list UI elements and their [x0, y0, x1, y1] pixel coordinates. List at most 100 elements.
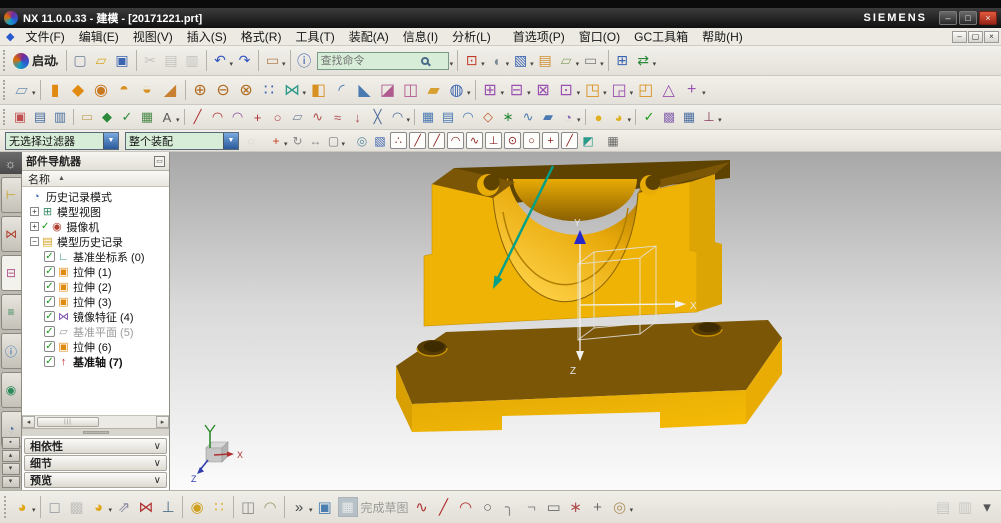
- movie-capture-dropdown[interactable]: ▾: [282, 60, 286, 68]
- draft-analysis-button[interactable]: ◔: [558, 108, 578, 127]
- maximize-button[interactable]: □: [959, 11, 977, 25]
- more-tools-overflow-dropdown[interactable]: ▾: [309, 506, 313, 514]
- menu-grid-button[interactable]: ▦: [604, 132, 622, 150]
- sketch-dropdown[interactable]: ▾: [32, 89, 36, 97]
- sketch-dialog-button[interactable]: ▣: [314, 496, 336, 518]
- expressions-button[interactable]: ▦: [679, 108, 699, 127]
- replace-face-button[interactable]: ⊡: [555, 79, 578, 102]
- assembly-navigator-tab[interactable]: ⊢: [0, 177, 21, 213]
- selection-scope-dropdown[interactable]: ▼: [223, 132, 238, 149]
- shell-button[interactable]: ◧: [307, 79, 330, 102]
- menu-11[interactable]: 窗口(O): [572, 29, 627, 45]
- move-object-button[interactable]: ◕: [11, 496, 33, 518]
- layer-settings-button[interactable]: ▱: [556, 50, 577, 71]
- snap-arc-center-button[interactable]: ⊙: [504, 132, 522, 149]
- menu-3[interactable]: 视图(V): [126, 29, 180, 45]
- toolbar-grip[interactable]: [3, 50, 7, 71]
- feature-checkbox[interactable]: ✓: [44, 341, 55, 352]
- boss-button[interactable]: ◒: [136, 79, 159, 102]
- pan-view-button[interactable]: ↔: [307, 132, 325, 150]
- bead-button[interactable]: ▰: [538, 108, 558, 127]
- swept-button[interactable]: ◠: [458, 108, 478, 127]
- movie-capture-button[interactable]: ▭: [262, 50, 283, 71]
- show-and-hide-button[interactable]: ▤: [535, 50, 556, 71]
- constraint-navigator-tab[interactable]: ⋈: [0, 216, 21, 252]
- export-image-button[interactable]: ▥: [954, 496, 976, 518]
- menu-1[interactable]: 文件(F): [18, 29, 71, 45]
- pattern-feature-button[interactable]: ∷: [258, 79, 281, 102]
- feature-checkbox[interactable]: ✓: [44, 311, 55, 322]
- scroll-down-button[interactable]: ▾: [1, 463, 20, 475]
- undo-button[interactable]: ↶: [210, 50, 231, 71]
- mdi-minimize-button[interactable]: –: [952, 30, 967, 43]
- delete-face-button[interactable]: ⊠: [532, 79, 555, 102]
- view-window-button[interactable]: ▭: [580, 50, 601, 71]
- conic-button[interactable]: ◠: [228, 108, 248, 127]
- sphere-button[interactable]: ◍: [445, 79, 468, 102]
- replace-face-dropdown[interactable]: ▾: [577, 89, 581, 97]
- pattern-component-button[interactable]: ◫: [237, 496, 259, 518]
- touch-mode-dropdown[interactable]: ▾: [653, 60, 657, 68]
- tree-item-history-mode[interactable]: ◔ 历史记录模式: [22, 189, 169, 204]
- scroll-left-arrow[interactable]: ◂: [22, 416, 35, 428]
- studio-surface-button[interactable]: ∿: [518, 108, 538, 127]
- sketch-pattern-curve-button[interactable]: ∗: [565, 496, 587, 518]
- snap-endpoint-button[interactable]: ╱: [409, 132, 427, 149]
- tree-item-mirror-feature-4[interactable]: ✓ ⋈ 镜像特征 (4): [22, 309, 169, 324]
- expand-icon[interactable]: +: [30, 207, 39, 216]
- bottom-overflow-button[interactable]: ▾: [976, 496, 998, 518]
- touch-mode-button[interactable]: ⇄: [633, 50, 654, 71]
- render-style-dropdown[interactable]: ▾: [506, 60, 510, 68]
- menu-10[interactable]: 首选项(P): [506, 29, 572, 45]
- offset-region-dropdown[interactable]: ▾: [603, 89, 607, 97]
- graphics-viewport[interactable]: Y X Z X Z: [170, 152, 1001, 490]
- offset-region-button[interactable]: ◳: [581, 79, 604, 102]
- helix-button[interactable]: ∿: [308, 108, 328, 127]
- preview-panel[interactable]: 预览 ∨: [24, 472, 167, 488]
- expand-icon[interactable]: +: [30, 222, 39, 231]
- web-browser-tab[interactable]: ◉: [0, 372, 21, 408]
- interference-check-button[interactable]: ⊥: [157, 496, 179, 518]
- snap-vertical-button[interactable]: ⊥: [485, 132, 503, 149]
- cut-button[interactable]: ✂: [140, 50, 161, 71]
- snap-point-on-curve-button[interactable]: ╱: [561, 132, 579, 149]
- sphere-dropdown[interactable]: ▾: [467, 89, 471, 97]
- arc-button[interactable]: ◠: [208, 108, 228, 127]
- tree-item-model-history[interactable]: − ▤ 模型历史记录: [22, 234, 169, 249]
- assign-material-button[interactable]: ◆: [97, 108, 117, 127]
- split-body-button[interactable]: ◫: [399, 79, 422, 102]
- new-file-button[interactable]: ▢: [70, 50, 91, 71]
- sketch-chamfer-button[interactable]: ¬: [521, 496, 543, 518]
- reuse-library-tab[interactable]: ≡: [0, 294, 21, 330]
- subtract-button[interactable]: ⊖: [212, 79, 235, 102]
- relations-browser-button[interactable]: ⊥: [699, 108, 719, 127]
- move-object-dropdown[interactable]: ▾: [32, 506, 36, 514]
- tree-item-datum-csys-0[interactable]: ✓ ∟ 基准坐标系 (0): [22, 249, 169, 264]
- menu-4[interactable]: 插入(S): [180, 29, 234, 45]
- pull-face-button[interactable]: ⊟: [505, 79, 528, 102]
- menu-8[interactable]: 信息(I): [396, 29, 445, 45]
- part-3d-bearing-block[interactable]: [396, 160, 782, 432]
- selection-scope-combo[interactable]: 整个装配 ▼: [125, 131, 239, 150]
- selection-hands-button[interactable]: ◌: [242, 132, 260, 150]
- pattern-face-button[interactable]: ◰: [634, 79, 657, 102]
- wcs-display-button[interactable]: ◎: [353, 132, 371, 150]
- snap-point-button[interactable]: +: [542, 132, 560, 149]
- menu-12[interactable]: GC工具箱: [627, 29, 695, 45]
- thicken-button[interactable]: ▰: [422, 79, 445, 102]
- examine-geometry-button[interactable]: ✓: [639, 108, 659, 127]
- edge-blend-button[interactable]: ◜: [330, 79, 353, 102]
- toolbar-grip[interactable]: [3, 80, 7, 100]
- copy-button[interactable]: ▤: [161, 50, 182, 71]
- tree-item-extrude-2[interactable]: ✓ ▣ 拉伸 (2): [22, 279, 169, 294]
- relations-browser-dropdown[interactable]: ▾: [718, 116, 722, 124]
- line-button[interactable]: ╱: [188, 108, 208, 127]
- tree-item-datum-axis-7[interactable]: ✓ ↑ 基准轴 (7): [22, 354, 169, 369]
- marquee-select-dropdown[interactable]: ▾: [342, 140, 346, 148]
- snap-enable-button[interactable]: ∴: [390, 132, 408, 149]
- open-file-button[interactable]: ▱: [91, 50, 112, 71]
- project-curve-button[interactable]: ↓: [348, 108, 368, 127]
- sketch-in-task-button[interactable]: ▣: [10, 108, 30, 127]
- through-curves-button[interactable]: ▤: [438, 108, 458, 127]
- snap-control-point-button[interactable]: ◠: [447, 132, 465, 149]
